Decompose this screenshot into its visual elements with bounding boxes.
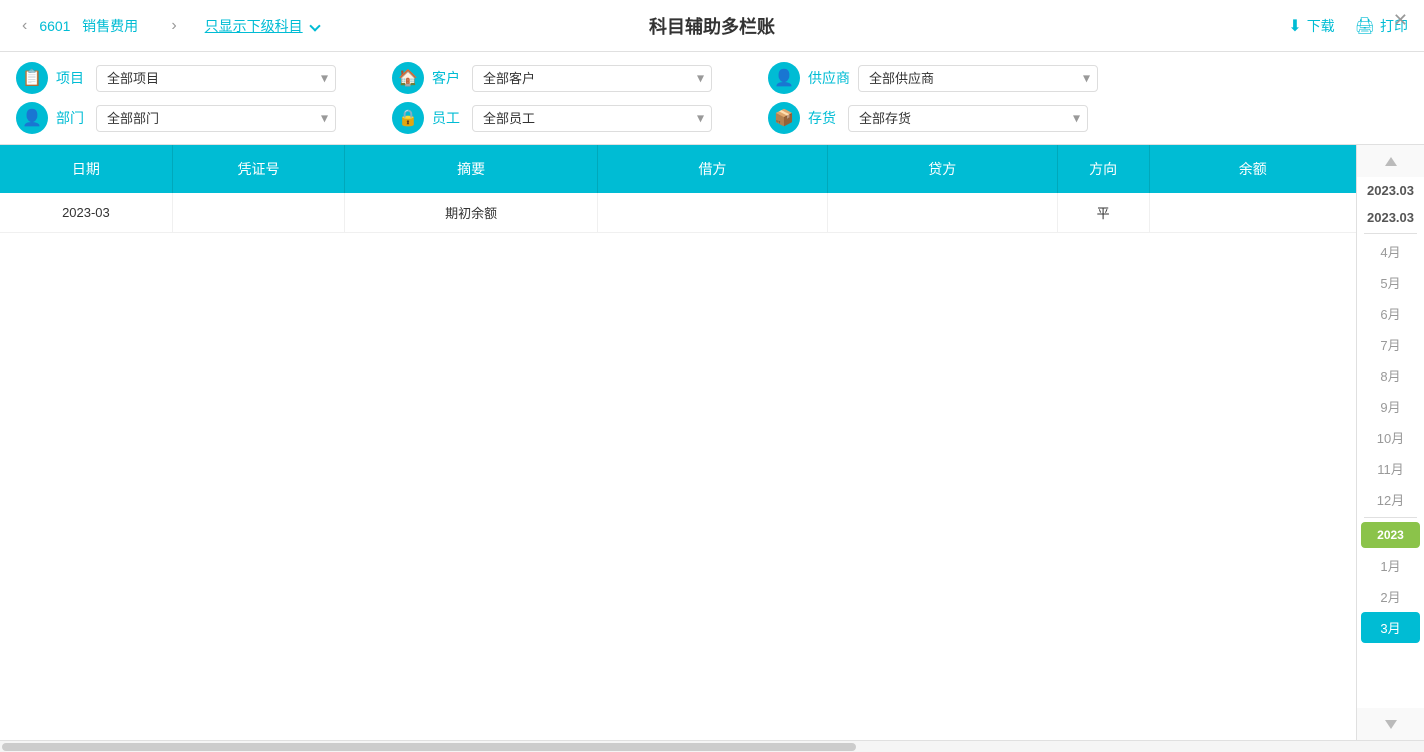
timeline-item[interactable]: 6月	[1357, 298, 1424, 329]
employee-select-wrapper: 全部员工	[472, 105, 712, 132]
project-select-wrapper: 全部项目	[96, 65, 336, 92]
cell-debit	[598, 193, 828, 233]
timeline-item[interactable]: 8月	[1357, 360, 1424, 391]
header-summary: 摘要	[345, 145, 598, 193]
customer-select-wrapper: 全部客户	[472, 65, 712, 92]
inventory-select[interactable]: 全部存货	[848, 105, 1088, 132]
header-debit: 借方	[598, 145, 828, 193]
account-name: 销售费用	[82, 18, 138, 34]
filter-bar: 📋 项目 全部项目 🏠 客户 全部客户	[0, 52, 1424, 145]
timeline-item[interactable]: 2023	[1361, 522, 1420, 548]
employee-select[interactable]: 全部员工	[472, 105, 712, 132]
filter-row-2: 👤 部门 全部部门 🔒 员工 全部员工	[16, 102, 1408, 134]
timeline-item[interactable]: 3月	[1361, 612, 1420, 643]
customer-icon: 🏠	[392, 62, 424, 94]
header-direction: 方向	[1057, 145, 1149, 193]
supplier-icon: 👤	[768, 62, 800, 94]
dept-label: 部门	[56, 108, 88, 128]
next-account-button[interactable]: ›	[165, 15, 182, 37]
timeline-item[interactable]: 5月	[1357, 267, 1424, 298]
header-voucher: 凭证号	[172, 145, 344, 193]
cell-date: 2023-03	[0, 193, 172, 233]
timeline-separator	[1364, 517, 1418, 518]
dept-filter-item: 👤 部门 全部部门	[16, 102, 336, 134]
cell-credit	[827, 193, 1057, 233]
supplier-select[interactable]: 全部供应商	[858, 65, 1098, 92]
timeline-item[interactable]: 2023.03	[1357, 177, 1424, 204]
table-container: 日期 凭证号 摘要 借方 贷方 方向 余额 2023-03 期初余额 平	[0, 145, 1424, 740]
employee-filter-item: 🔒 员工 全部员工	[392, 102, 712, 134]
top-bar: ‹ 6601 销售费用 › 只显示下级科目 科目辅助多栏账 ⬇ 下载 🖨 打印	[0, 0, 1424, 52]
supplier-label: 供应商	[808, 68, 850, 88]
header-credit: 贷方	[827, 145, 1057, 193]
timeline-item[interactable]: 11月	[1357, 453, 1424, 484]
employee-label: 员工	[432, 108, 464, 128]
cell-balance	[1149, 193, 1356, 233]
timeline-item[interactable]: 2023.03	[1357, 204, 1424, 231]
cell-voucher	[172, 193, 344, 233]
timeline-item[interactable]: 1月	[1357, 550, 1424, 581]
project-label: 项目	[56, 68, 88, 88]
timeline-separator	[1364, 233, 1418, 234]
timeline-scroll-up-button[interactable]	[1357, 145, 1424, 177]
customer-filter-item: 🏠 客户 全部客户	[392, 62, 712, 94]
dept-icon: 👤	[16, 102, 48, 134]
download-button[interactable]: ⬇ 下载	[1288, 16, 1334, 36]
ledger-table: 日期 凭证号 摘要 借方 贷方 方向 余额 2023-03 期初余额 平	[0, 145, 1356, 233]
table-body: 2023-03 期初余额 平	[0, 193, 1356, 233]
timeline-item[interactable]: 7月	[1357, 329, 1424, 360]
cell-summary: 期初余额	[345, 193, 598, 233]
supplier-filter-item: 👤 供应商 全部供应商	[768, 62, 1098, 94]
inventory-select-wrapper: 全部存货	[848, 105, 1088, 132]
timeline-item[interactable]: 12月	[1357, 484, 1424, 515]
top-actions: ⬇ 下载 🖨 打印 ✕	[1288, 16, 1408, 36]
customer-label: 客户	[432, 68, 464, 88]
account-code: 6601	[39, 18, 70, 34]
filter-row-1: 📋 项目 全部项目 🏠 客户 全部客户	[16, 62, 1408, 94]
table-row: 2023-03 期初余额 平	[0, 193, 1356, 233]
header-date: 日期	[0, 145, 172, 193]
inventory-icon: 📦	[768, 102, 800, 134]
side-timeline: 2023.032023.03 4月5月6月7月8月9月10月11月12月 20231…	[1356, 145, 1424, 740]
chevron-up-icon	[1385, 157, 1397, 166]
employee-icon: 🔒	[392, 102, 424, 134]
show-sub-button[interactable]: 只显示下级科目	[205, 16, 319, 36]
header-balance: 余额	[1149, 145, 1356, 193]
dept-select[interactable]: 全部部门	[96, 105, 336, 132]
timeline-items: 2023.032023.03 4月5月6月7月8月9月10月11月12月 20231…	[1357, 177, 1424, 708]
table-header-row: 日期 凭证号 摘要 借方 贷方 方向 余额	[0, 145, 1356, 193]
project-icon: 📋	[16, 62, 48, 94]
print-icon: 🖨	[1355, 16, 1375, 36]
inventory-filter-item: 📦 存货 全部存货	[768, 102, 1088, 134]
chevron-down-icon	[1385, 720, 1397, 729]
timeline-item[interactable]: 2月	[1357, 581, 1424, 612]
timeline-item[interactable]: 4月	[1357, 236, 1424, 267]
prev-account-button[interactable]: ‹	[16, 15, 33, 37]
scrollbar-thumb[interactable]	[2, 743, 856, 751]
project-select[interactable]: 全部项目	[96, 65, 336, 92]
timeline-item[interactable]: 9月	[1357, 391, 1424, 422]
supplier-select-wrapper: 全部供应商	[858, 65, 1098, 92]
inventory-label: 存货	[808, 108, 840, 128]
main-window: ‹ 6601 销售费用 › 只显示下级科目 科目辅助多栏账 ⬇ 下载 🖨 打印	[0, 0, 1424, 752]
dept-select-wrapper: 全部部门	[96, 105, 336, 132]
bottom-scrollbar[interactable]	[0, 740, 1424, 752]
page-title: 科目辅助多栏账	[649, 13, 775, 39]
account-nav: ‹ 6601 销售费用 › 只显示下级科目	[16, 15, 319, 37]
account-label: 6601 销售费用	[39, 16, 159, 36]
download-icon: ⬇	[1288, 16, 1301, 36]
close-button[interactable]: ✕	[1393, 10, 1408, 31]
customer-select[interactable]: 全部客户	[472, 65, 712, 92]
timeline-item[interactable]: 10月	[1357, 422, 1424, 453]
show-sub-arrow-icon	[309, 20, 320, 31]
timeline-scroll-down-button[interactable]	[1357, 708, 1424, 740]
cell-direction: 平	[1057, 193, 1149, 233]
project-filter-item: 📋 项目 全部项目	[16, 62, 336, 94]
table-main[interactable]: 日期 凭证号 摘要 借方 贷方 方向 余额 2023-03 期初余额 平	[0, 145, 1356, 740]
